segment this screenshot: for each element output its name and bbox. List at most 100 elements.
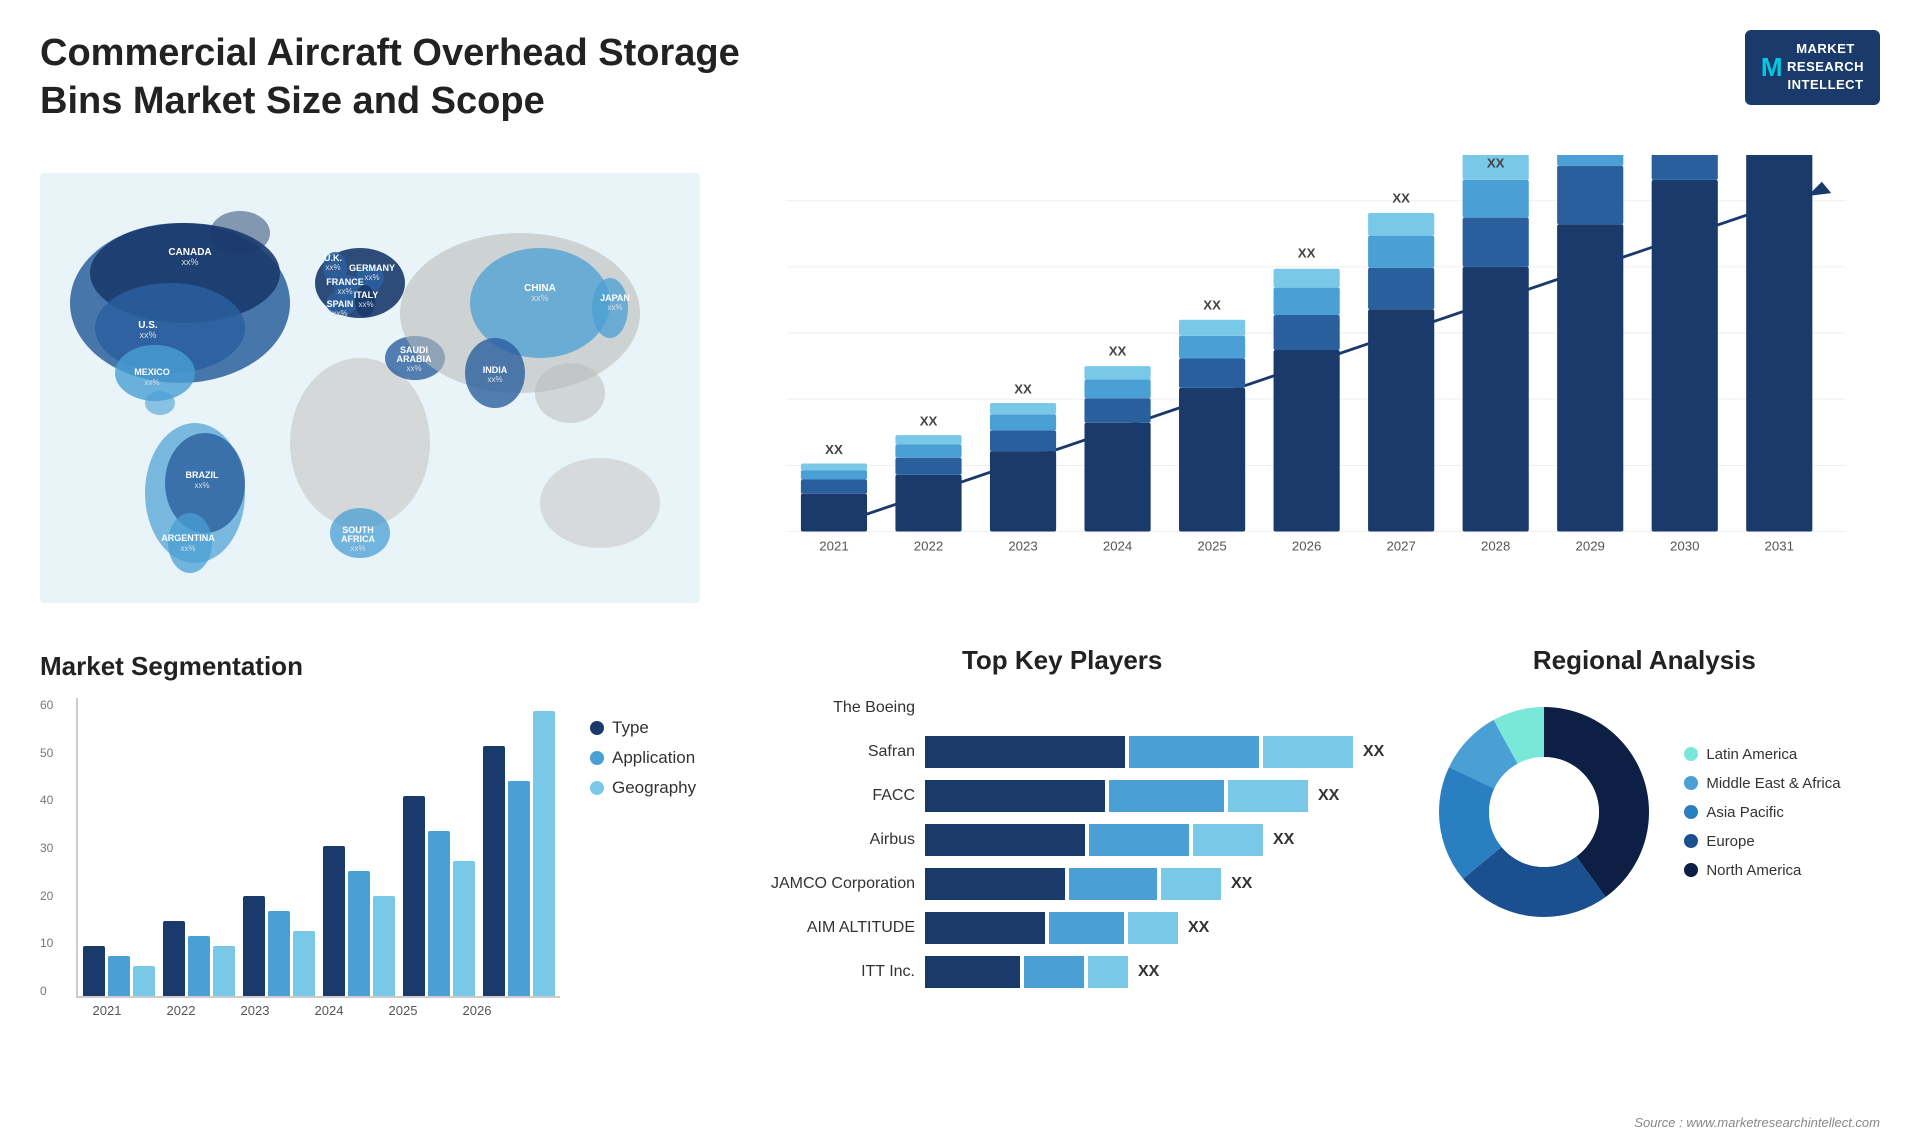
legend-mea: Middle East & Africa <box>1684 775 1840 792</box>
legend-eu-label: Europe <box>1706 833 1754 850</box>
svg-text:2022: 2022 <box>914 538 943 553</box>
player-row-aim: AIM ALTITUDE XX <box>740 912 1384 944</box>
player-seg2-airbus <box>1089 824 1189 856</box>
svg-text:ARGENTINA: ARGENTINA <box>161 533 215 543</box>
svg-text:GERMANY: GERMANY <box>349 263 395 273</box>
logo-line1: MARKET <box>1787 40 1864 58</box>
svg-text:AFRICA: AFRICA <box>341 534 375 544</box>
seg-bar-app-2026 <box>508 781 530 996</box>
svg-text:SPAIN: SPAIN <box>327 299 354 309</box>
logo-box: M MARKET RESEARCH INTELLECT <box>1745 30 1880 105</box>
seg-x-2025: 2025 <box>370 1003 436 1018</box>
world-map-svg: CANADA xx% U.S. xx% MEXICO xx% BRAZIL xx… <box>40 145 700 631</box>
player-bar-safran: XX <box>925 736 1384 768</box>
svg-text:XX: XX <box>1581 155 1599 156</box>
player-xx-itt: XX <box>1138 963 1159 981</box>
y-label-0: 0 <box>40 984 68 998</box>
svg-text:2028: 2028 <box>1481 538 1510 553</box>
legend-la-dot <box>1684 747 1698 761</box>
player-name-boeing: The Boeing <box>740 699 915 717</box>
growth-chart-section: XX 2021 XX 2022 XX 2023 <box>720 145 1884 625</box>
svg-text:U.K.: U.K. <box>324 253 342 263</box>
svg-text:FRANCE: FRANCE <box>326 277 364 287</box>
player-bar-airbus: XX <box>925 824 1384 856</box>
player-seg2-facc <box>1109 780 1224 812</box>
y-label-40: 40 <box>40 793 68 807</box>
svg-text:xx%: xx% <box>194 481 209 490</box>
seg-bar-type-2022 <box>163 921 185 996</box>
seg-bar-geo-2026 <box>533 711 555 996</box>
player-row-boeing: The Boeing <box>740 692 1384 724</box>
svg-text:XX: XX <box>1109 344 1127 359</box>
seg-x-2023: 2023 <box>222 1003 288 1018</box>
seg-bar-app-2023 <box>268 911 290 996</box>
regional-title: Regional Analysis <box>1424 645 1864 676</box>
svg-text:XX: XX <box>1487 156 1505 171</box>
player-seg1-itt <box>925 956 1020 988</box>
svg-text:XX: XX <box>1203 297 1221 312</box>
svg-text:ITALY: ITALY <box>354 290 379 300</box>
svg-text:XX: XX <box>1392 191 1410 206</box>
seg-bar-app-2021 <box>108 956 130 996</box>
svg-text:2024: 2024 <box>1103 538 1132 553</box>
seg-bar-geo-2024 <box>373 896 395 996</box>
logo-line2: RESEARCH <box>1787 58 1864 76</box>
svg-text:xx%: xx% <box>332 309 347 318</box>
svg-text:INDIA: INDIA <box>483 365 508 375</box>
seg-bar-type-2025 <box>403 796 425 996</box>
player-name-safran: Safran <box>740 743 915 761</box>
svg-text:xx%: xx% <box>337 287 352 296</box>
logo-line3: INTELLECT <box>1787 76 1864 94</box>
player-row-jamco: JAMCO Corporation XX <box>740 868 1384 900</box>
player-seg1-safran <box>925 736 1125 768</box>
player-seg2-itt <box>1024 956 1084 988</box>
player-row-safran: Safran XX <box>740 736 1384 768</box>
legend-latin-america: Latin America <box>1684 746 1840 763</box>
regional-section: Regional Analysis <box>1404 635 1884 1131</box>
player-name-facc: FACC <box>740 787 915 805</box>
svg-text:xx%: xx% <box>325 263 340 272</box>
svg-text:XX: XX <box>1014 382 1032 397</box>
player-seg1-jamco <box>925 868 1065 900</box>
seg-group-2022 <box>163 921 235 996</box>
header: Commercial Aircraft Overhead Storage Bin… <box>40 30 1880 125</box>
svg-text:MEXICO: MEXICO <box>134 367 170 377</box>
player-name-jamco: JAMCO Corporation <box>740 875 915 893</box>
source-text: Source : www.marketresearchintellect.com <box>1634 1115 1880 1130</box>
y-label-30: 30 <box>40 841 68 855</box>
player-seg3-airbus <box>1193 824 1263 856</box>
legend-application: Application <box>590 748 700 768</box>
legend-mea-label: Middle East & Africa <box>1706 775 1840 792</box>
legend-mea-dot <box>1684 776 1698 790</box>
seg-bar-app-2024 <box>348 871 370 996</box>
legend-asia-pacific: Asia Pacific <box>1684 804 1840 821</box>
svg-text:2023: 2023 <box>1008 538 1037 553</box>
legend-na-dot <box>1684 863 1698 877</box>
svg-text:2025: 2025 <box>1197 538 1226 553</box>
seg-bar-geo-2023 <box>293 931 315 996</box>
svg-text:JAPAN: JAPAN <box>600 293 630 303</box>
seg-bar-geo-2025 <box>453 861 475 996</box>
legend-north-america: North America <box>1684 862 1840 879</box>
y-label-10: 10 <box>40 936 68 950</box>
player-seg3-aim <box>1128 912 1178 944</box>
legend-ap-dot <box>1684 805 1698 819</box>
y-label-20: 20 <box>40 889 68 903</box>
y-label-50: 50 <box>40 746 68 760</box>
player-seg3-itt <box>1088 956 1128 988</box>
svg-text:2030: 2030 <box>1670 538 1699 553</box>
legend-ap-label: Asia Pacific <box>1706 804 1784 821</box>
page-container: Commercial Aircraft Overhead Storage Bin… <box>0 0 1920 1146</box>
svg-text:xx%: xx% <box>531 293 548 303</box>
player-seg1-facc <box>925 780 1105 812</box>
donut-chart-svg <box>1424 692 1664 932</box>
seg-group-2024 <box>323 846 395 996</box>
svg-text:xx%: xx% <box>180 544 195 553</box>
legend-geo-dot <box>590 781 604 795</box>
legend-type-dot <box>590 721 604 735</box>
svg-text:xx%: xx% <box>607 303 622 312</box>
player-seg2-safran <box>1129 736 1259 768</box>
top-players-title: Top Key Players <box>740 645 1384 676</box>
seg-bar-app-2025 <box>428 831 450 996</box>
seg-x-2021: 2021 <box>74 1003 140 1018</box>
